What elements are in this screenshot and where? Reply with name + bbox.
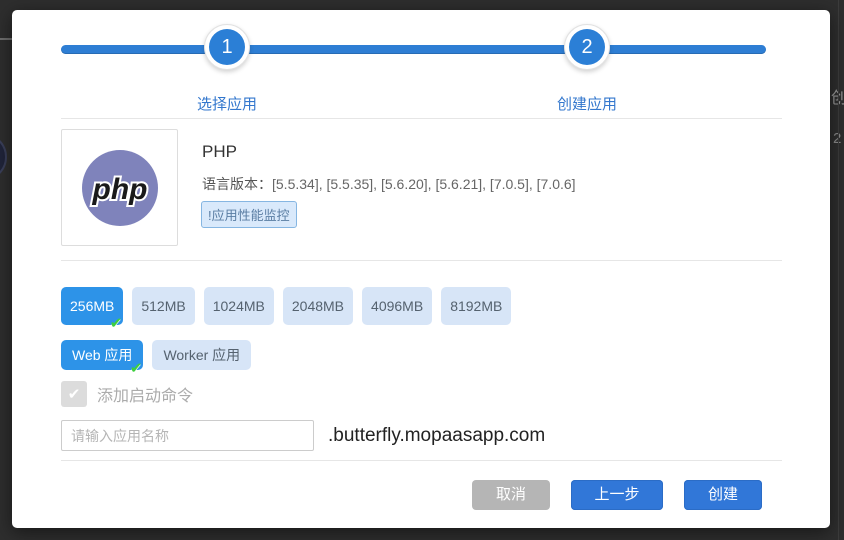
- memory-option-512mb[interactable]: 512MB: [132, 287, 195, 325]
- versions-label: 语言版本：: [202, 176, 272, 192]
- app-versions: 语言版本：[5.5.34], [5.5.35], [5.6.20], [5.6.…: [202, 174, 576, 194]
- memory-option-2048mb[interactable]: 2048MB: [282, 287, 354, 325]
- stepper-progress-bar: [61, 45, 766, 54]
- step-2-circle[interactable]: 2: [564, 24, 610, 70]
- backdrop-avatar-fragment: [0, 133, 7, 181]
- app-type-row: Web 应用 ✔ Worker 应用: [61, 340, 252, 376]
- app-type-worker[interactable]: Worker 应用: [152, 340, 252, 370]
- divider: [61, 260, 782, 261]
- step-2-label: 创建应用: [556, 96, 617, 113]
- memory-option-8192mb[interactable]: 8192MB: [441, 287, 512, 325]
- create-button[interactable]: 创建: [684, 480, 762, 510]
- php-logo-text: php: [91, 173, 147, 206]
- memory-options-row: 256MB ✔ 512MB 1024MB 2048MB 4096MB 8192M…: [61, 287, 512, 331]
- divider: [61, 460, 782, 461]
- cancel-button[interactable]: 取消: [472, 480, 550, 510]
- app-type-web[interactable]: Web 应用 ✔: [61, 340, 144, 376]
- memory-option-1024mb[interactable]: 1024MB: [203, 287, 274, 325]
- startup-command-label: 添加启动命令: [97, 388, 194, 405]
- backdrop-divider: [838, 0, 839, 540]
- step-1-label: 选择应用: [196, 96, 257, 113]
- selected-check-icon: ✔: [109, 315, 123, 332]
- app-title: PHP: [202, 142, 237, 161]
- app-name-row: .butterfly.mopaasapp.com: [61, 420, 545, 451]
- create-app-modal: 1 2 选择应用 创建应用 php PHP 语言版本：[5.5.34], [5.…: [12, 10, 830, 528]
- previous-step-button[interactable]: 上一步: [571, 480, 663, 510]
- selected-check-icon: ✔: [129, 360, 143, 377]
- app-type-label: Web 应用: [72, 347, 133, 363]
- startup-command-row: ✔ 添加启动命令: [61, 381, 193, 407]
- startup-command-checkbox[interactable]: ✔: [61, 381, 87, 407]
- domain-suffix: .butterfly.mopaasapp.com: [328, 424, 546, 446]
- app-name-input[interactable]: [61, 420, 314, 451]
- memory-option-256mb[interactable]: 256MB ✔: [61, 287, 124, 331]
- step-1-circle[interactable]: 1: [204, 24, 250, 70]
- step-1-number: 1: [209, 29, 245, 65]
- php-logo-icon: php: [81, 149, 158, 226]
- step-2-number: 2: [569, 29, 605, 65]
- versions-list: [5.5.34], [5.5.35], [5.6.20], [5.6.21], …: [272, 176, 576, 192]
- divider: [61, 118, 782, 119]
- memory-option-4096mb[interactable]: 4096MB: [362, 287, 433, 325]
- footer-actions: 取消 上一步 创建: [472, 480, 762, 510]
- php-app-card: php: [61, 129, 178, 246]
- memory-option-label: 256MB: [70, 298, 115, 314]
- performance-monitor-badge: !应用性能监控: [201, 201, 297, 228]
